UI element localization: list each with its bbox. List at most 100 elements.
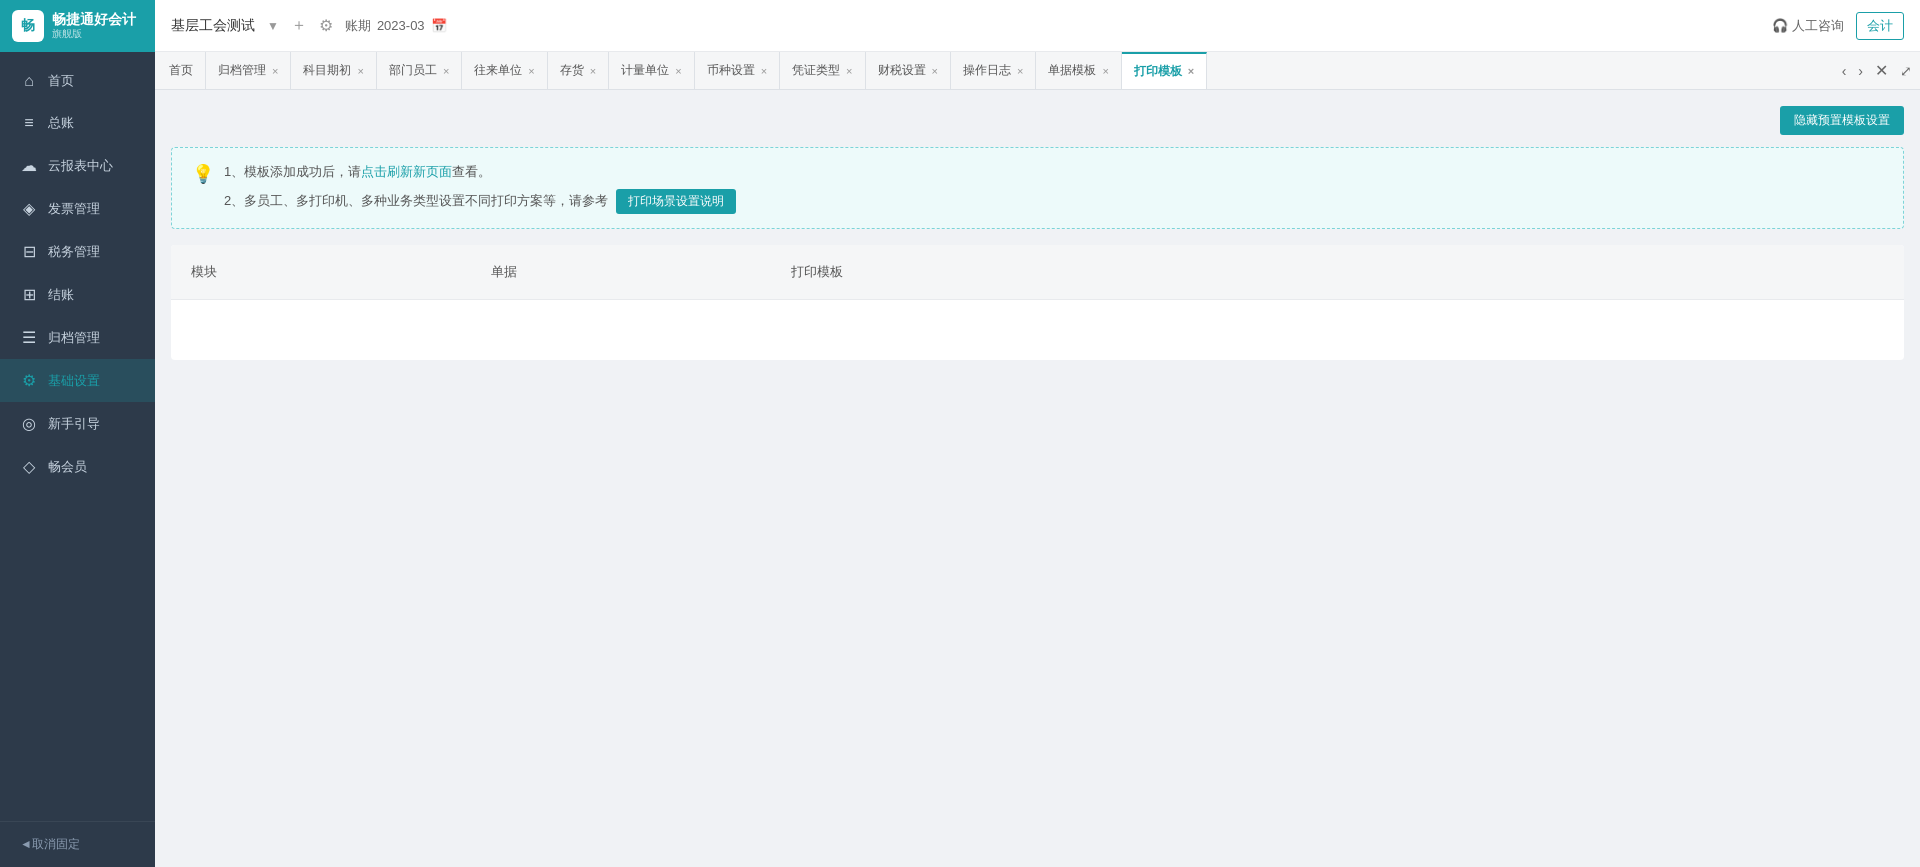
- tab-home-label: 首页: [169, 62, 193, 79]
- sidebar-item-guide[interactable]: ◎ 新手引导: [0, 402, 155, 445]
- sidebar-item-basic-label: 基础设置: [48, 372, 100, 390]
- notice-line1-post: 查看。: [452, 164, 491, 179]
- tax-icon: ⊟: [20, 242, 38, 261]
- sidebar-item-archive-label: 归档管理: [48, 329, 100, 347]
- sidebar-item-guide-label: 新手引导: [48, 415, 100, 433]
- sidebar-item-home[interactable]: ⌂ 首页: [0, 60, 155, 102]
- tab-archive[interactable]: 归档管理 ×: [206, 52, 291, 90]
- notice-line1: 1、模板添加成功后，请点击刷新新页面查看。: [224, 162, 1883, 183]
- tab-stock-label: 存货: [560, 62, 584, 79]
- tab-printtemplate[interactable]: 打印模板 ×: [1122, 52, 1207, 90]
- content-top-bar: 隐藏预置模板设置: [171, 106, 1904, 135]
- sidebar-item-ledger-label: 总账: [48, 114, 74, 132]
- tab-subject[interactable]: 科目期初 ×: [291, 52, 376, 90]
- topbar: 基层工会测试 ▼ ＋ ⚙ 账期 2023-03 📅 🎧 人工咨询 会计: [155, 0, 1920, 52]
- basic-icon: ⚙: [20, 371, 38, 390]
- tab-singledoc[interactable]: 单据模板 ×: [1036, 52, 1121, 90]
- tab-voucher-close[interactable]: ×: [846, 65, 852, 77]
- tab-currency-label: 币种设置: [707, 62, 755, 79]
- notice-content: 1、模板添加成功后，请点击刷新新页面查看。 2、多员工、多打印机、多种业务类型设…: [224, 162, 1883, 214]
- company-name: 基层工会测试: [171, 17, 255, 35]
- unpin-label: ◄取消固定: [20, 836, 80, 853]
- tab-oplog-label: 操作日志: [963, 62, 1011, 79]
- hide-template-button[interactable]: 隐藏预置模板设置: [1780, 106, 1904, 135]
- sidebar-unpin-button[interactable]: ◄取消固定: [0, 821, 155, 867]
- logo-icon: 畅: [12, 10, 44, 42]
- sidebar: 畅 畅捷通好会计 旗舰版 ⌂ 首页 ≡ 总账 ☁ 云报表中心 ◈ 发票管理 ⊟ …: [0, 0, 155, 867]
- sidebar-item-home-label: 首页: [48, 72, 74, 90]
- table-header-row: 模块 单据 打印模板: [171, 245, 1904, 300]
- tab-singledoc-close[interactable]: ×: [1102, 65, 1108, 77]
- tab-singledoc-label: 单据模板: [1048, 62, 1096, 79]
- customer-service-button[interactable]: 🎧 人工咨询: [1772, 17, 1844, 35]
- calendar-icon[interactable]: 📅: [431, 18, 447, 33]
- kuaiji-button[interactable]: 会计: [1856, 12, 1904, 40]
- close-all-tabs-icon[interactable]: ✕: [1869, 57, 1894, 84]
- tab-taxsetting-close[interactable]: ×: [932, 65, 938, 77]
- tab-currency-close[interactable]: ×: [761, 65, 767, 77]
- company-dropdown-icon[interactable]: ▼: [267, 19, 279, 33]
- tab-taxsetting[interactable]: 财税设置 ×: [866, 52, 951, 90]
- add-tab-button[interactable]: ＋: [291, 15, 307, 36]
- member-icon: ◇: [20, 457, 38, 476]
- sidebar-item-invoice[interactable]: ◈ 发票管理: [0, 187, 155, 230]
- guide-icon: ◎: [20, 414, 38, 433]
- ledger-icon: ≡: [20, 114, 38, 132]
- tab-dept[interactable]: 部门员工 ×: [377, 52, 462, 90]
- tab-subject-close[interactable]: ×: [357, 65, 363, 77]
- sidebar-item-member[interactable]: ◇ 畅会员: [0, 445, 155, 488]
- notice-box: 💡 1、模板添加成功后，请点击刷新新页面查看。 2、多员工、多打印机、多种业务类…: [171, 147, 1904, 229]
- sidebar-item-settle[interactable]: ⊞ 结账: [0, 273, 155, 316]
- sidebar-item-tax[interactable]: ⊟ 税务管理: [0, 230, 155, 273]
- tab-voucher-label: 凭证类型: [792, 62, 840, 79]
- home-icon: ⌂: [20, 72, 38, 90]
- tab-archive-close[interactable]: ×: [272, 65, 278, 77]
- notice-line2: 2、多员工、多打印机、多种业务类型设置不同打印方案等，请参考 打印场景设置说明: [224, 189, 1883, 214]
- table-header-module: 模块: [171, 255, 471, 289]
- sidebar-item-report[interactable]: ☁ 云报表中心: [0, 144, 155, 187]
- tab-printtemplate-close[interactable]: ×: [1188, 65, 1194, 77]
- tab-home[interactable]: 首页: [157, 52, 206, 90]
- tab-stock-close[interactable]: ×: [590, 65, 596, 77]
- sidebar-item-ledger[interactable]: ≡ 总账: [0, 102, 155, 144]
- logo-text-block: 畅捷通好会计 旗舰版: [52, 11, 136, 42]
- expand-tabs-icon[interactable]: ⤢: [1894, 59, 1918, 83]
- tab-supplier-close[interactable]: ×: [528, 65, 534, 77]
- tab-unit-label: 计量单位: [621, 62, 669, 79]
- tabbar: 首页 归档管理 × 科目期初 × 部门员工 × 往来单位 × 存货 × 计量单位…: [155, 52, 1920, 90]
- tab-oplog-close[interactable]: ×: [1017, 65, 1023, 77]
- sidebar-item-basic[interactable]: ⚙ 基础设置: [0, 359, 155, 402]
- sidebar-item-report-label: 云报表中心: [48, 157, 113, 175]
- table-body: [171, 300, 1904, 360]
- main-content: 隐藏预置模板设置 💡 1、模板添加成功后，请点击刷新新页面查看。 2、多员工、多…: [155, 90, 1920, 867]
- tab-archive-label: 归档管理: [218, 62, 266, 79]
- notice-bulb-icon: 💡: [192, 163, 214, 185]
- print-scene-explain-button[interactable]: 打印场景设置说明: [616, 189, 736, 214]
- notice-line2-pre: 2、多员工、多打印机、多种业务类型设置不同打印方案等，请参考: [224, 192, 608, 210]
- tab-subject-label: 科目期初: [303, 62, 351, 79]
- period-label: 账期: [345, 17, 371, 35]
- sidebar-item-archive[interactable]: ☰ 归档管理: [0, 316, 155, 359]
- tab-dept-close[interactable]: ×: [443, 65, 449, 77]
- tab-currency[interactable]: 币种设置 ×: [695, 52, 780, 90]
- notice-refresh-link[interactable]: 点击刷新新页面: [361, 164, 452, 179]
- tab-nav-right-icon[interactable]: ›: [1852, 59, 1869, 83]
- period-value: 2023-03: [377, 18, 425, 33]
- template-table: 模块 单据 打印模板: [171, 245, 1904, 360]
- headset-icon: 🎧: [1772, 18, 1788, 33]
- archive-icon: ☰: [20, 328, 38, 347]
- tab-unit-close[interactable]: ×: [675, 65, 681, 77]
- tab-nav-left-icon[interactable]: ‹: [1836, 59, 1853, 83]
- settings-gear-icon[interactable]: ⚙: [319, 16, 333, 35]
- tab-supplier-label: 往来单位: [474, 62, 522, 79]
- tab-unit[interactable]: 计量单位 ×: [609, 52, 694, 90]
- tab-stock[interactable]: 存货 ×: [548, 52, 609, 90]
- main-area: 基层工会测试 ▼ ＋ ⚙ 账期 2023-03 📅 🎧 人工咨询 会计 首页 归…: [155, 0, 1920, 867]
- sidebar-logo: 畅 畅捷通好会计 旗舰版: [0, 0, 155, 52]
- settle-icon: ⊞: [20, 285, 38, 304]
- invoice-icon: ◈: [20, 199, 38, 218]
- tab-supplier[interactable]: 往来单位 ×: [462, 52, 547, 90]
- tab-voucher[interactable]: 凭证类型 ×: [780, 52, 865, 90]
- tab-oplog[interactable]: 操作日志 ×: [951, 52, 1036, 90]
- table-header-doc: 单据: [471, 255, 771, 289]
